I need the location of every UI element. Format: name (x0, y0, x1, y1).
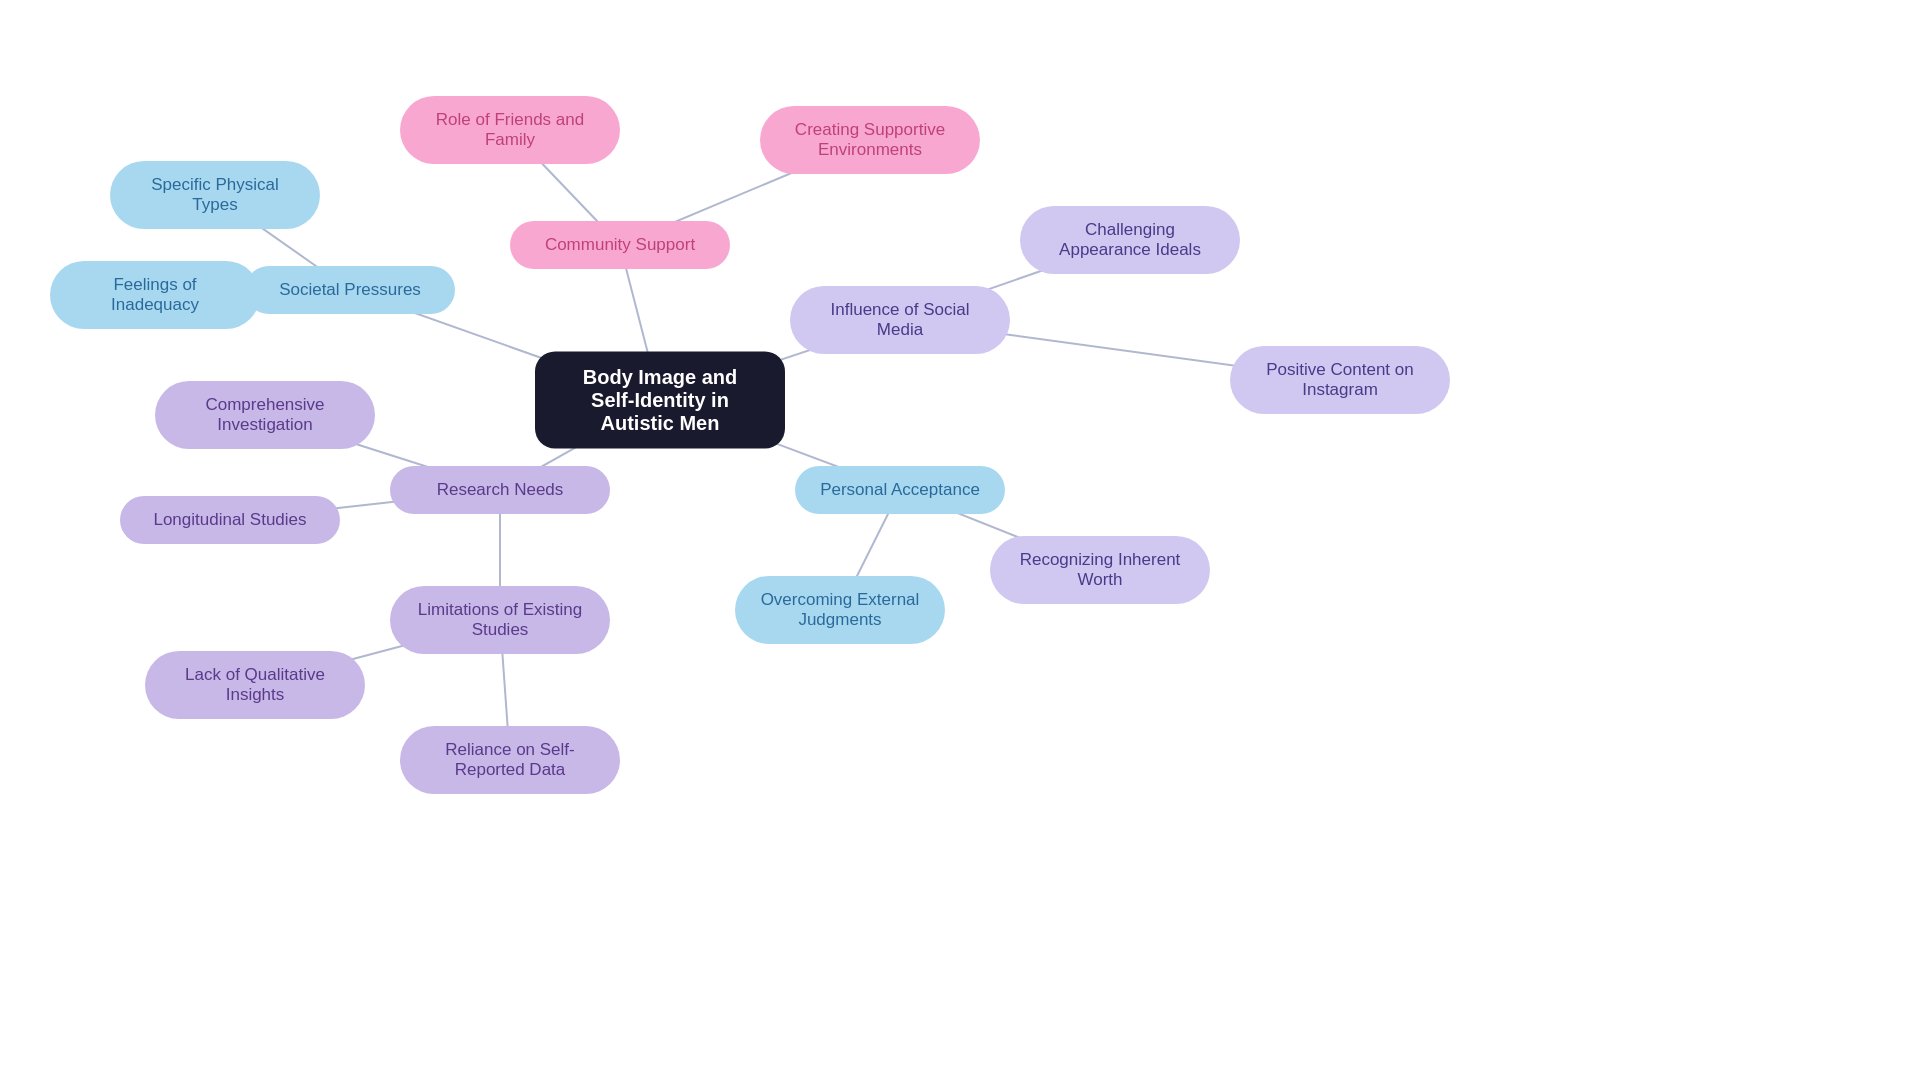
node-label-specific_physical_types: Specific Physical Types (134, 175, 296, 215)
node-specific_physical_types: Specific Physical Types (110, 161, 320, 229)
node-label-longitudinal_studies: Longitudinal Studies (153, 510, 306, 530)
node-label-role_of_friends_family: Role of Friends and Family (424, 110, 596, 150)
node-label-lack_of_qualitative_insights: Lack of Qualitative Insights (169, 665, 341, 705)
node-lack_of_qualitative_insights: Lack of Qualitative Insights (145, 651, 365, 719)
node-label-challenging_appearance_ideals: Challenging Appearance Ideals (1044, 220, 1216, 260)
node-personal_acceptance: Personal Acceptance (795, 466, 1005, 514)
node-label-positive_content_instagram: Positive Content on Instagram (1254, 360, 1426, 400)
node-community_support: Community Support (510, 221, 730, 269)
node-longitudinal_studies: Longitudinal Studies (120, 496, 340, 544)
node-reliance_self_reported: Reliance on Self-Reported Data (400, 726, 620, 794)
node-label-recognizing_inherent_worth: Recognizing Inherent Worth (1014, 550, 1186, 590)
node-role_of_friends_family: Role of Friends and Family (400, 96, 620, 164)
node-feelings_of_inadequacy: Feelings of Inadequacy (50, 261, 260, 329)
node-label-societal_pressures: Societal Pressures (279, 280, 421, 300)
node-influence_social_media: Influence of Social Media (790, 286, 1010, 354)
node-challenging_appearance_ideals: Challenging Appearance Ideals (1020, 206, 1240, 274)
node-research_needs: Research Needs (390, 466, 610, 514)
node-societal_pressures: Societal Pressures (245, 266, 455, 314)
node-label-overcoming_external_judgments: Overcoming External Judgments (759, 590, 921, 630)
node-label-personal_acceptance: Personal Acceptance (820, 480, 980, 500)
mindmap-container: Body Image and Self-Identity in Autistic… (0, 0, 1920, 1083)
node-label-influence_social_media: Influence of Social Media (814, 300, 986, 340)
node-label-community_support: Community Support (545, 235, 695, 255)
node-overcoming_external_judgments: Overcoming External Judgments (735, 576, 945, 644)
node-limitations_of_existing_studies: Limitations of Existing Studies (390, 586, 610, 654)
node-comprehensive_investigation: Comprehensive Investigation (155, 381, 375, 449)
node-positive_content_instagram: Positive Content on Instagram (1230, 346, 1450, 414)
node-label-limitations_of_existing_studies: Limitations of Existing Studies (414, 600, 586, 640)
node-label-comprehensive_investigation: Comprehensive Investigation (179, 395, 351, 435)
node-recognizing_inherent_worth: Recognizing Inherent Worth (990, 536, 1210, 604)
node-creating_supportive_environments: Creating Supportive Environments (760, 106, 980, 174)
node-center: Body Image and Self-Identity in Autistic… (535, 352, 785, 449)
node-label-reliance_self_reported: Reliance on Self-Reported Data (424, 740, 596, 780)
node-label-center: Body Image and Self-Identity in Autistic… (559, 366, 761, 435)
node-label-feelings_of_inadequacy: Feelings of Inadequacy (74, 275, 236, 315)
node-label-research_needs: Research Needs (437, 480, 564, 500)
node-label-creating_supportive_environments: Creating Supportive Environments (784, 120, 956, 160)
